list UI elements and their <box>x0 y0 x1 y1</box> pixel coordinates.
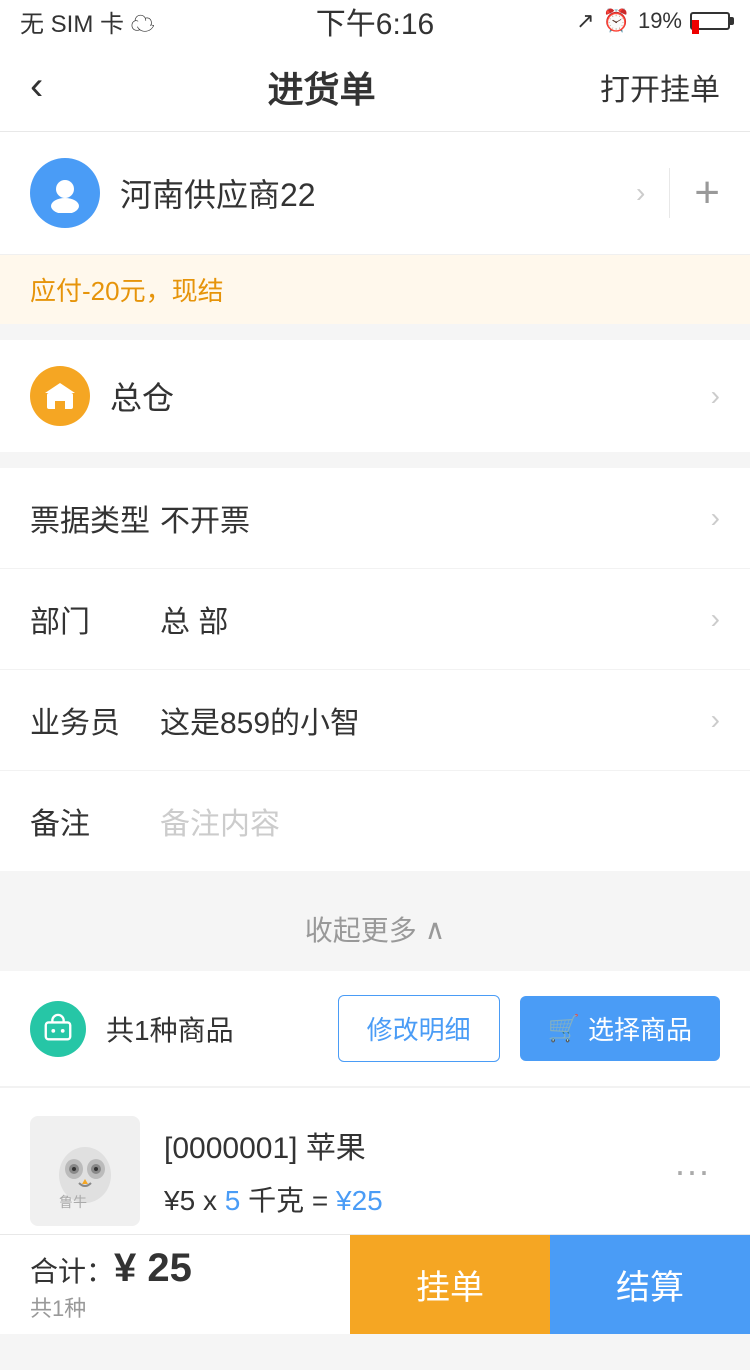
status-bar-left: 无 SIM 卡 ☁ <box>20 4 155 39</box>
total-amount: ¥ 25 <box>114 1246 192 1291</box>
salesperson-chevron-icon: › <box>711 704 720 736</box>
supplier-chevron-icon: › <box>636 177 645 209</box>
remark-input[interactable]: 备注内容 <box>160 799 720 843</box>
svg-text:鲁牛: 鲁牛 <box>59 1194 87 1210</box>
invoice-type-row[interactable]: 票据类型 不开票 › <box>0 468 750 569</box>
product-unit: 千克 <box>248 1185 304 1216</box>
salesperson-label: 业务员 <box>30 698 160 742</box>
invoice-type-label: 票据类型 <box>30 496 160 540</box>
collapse-more-row[interactable]: 收起更多 ∧ <box>0 887 750 971</box>
warehouse-chevron-icon: › <box>711 380 720 412</box>
nav-bar: ‹ 进货单 打开挂单 <box>0 42 750 132</box>
department-label: 部门 <box>30 597 160 641</box>
total-label: 合计： <box>30 1250 114 1290</box>
product-thumbnail: 鲁牛 <box>30 1116 140 1226</box>
total-count: 共1种 <box>30 1291 320 1323</box>
collapse-more-icon: ∧ <box>425 913 446 946</box>
warehouse-row[interactable]: 总仓 › <box>0 340 750 452</box>
warehouse-name: 总仓 <box>110 373 711 419</box>
select-product-button[interactable]: 🛒 选择商品 <box>520 996 720 1061</box>
product-id: [0000001] <box>164 1132 297 1165</box>
total-section: 合计： ¥ 25 共1种 <box>0 1235 350 1334</box>
collapse-more-label: 收起更多 <box>305 909 417 949</box>
remark-row[interactable]: 备注 备注内容 <box>0 771 750 871</box>
select-product-label: 选择商品 <box>588 1010 692 1047</box>
add-supplier-button[interactable]: + <box>694 171 720 215</box>
product-card: 共1种商品 修改明细 🛒 选择商品 <box>0 971 750 1254</box>
product-item: 鲁牛 [0000001] 苹果 ¥5 x 5 千克 = ¥25 <box>0 1087 750 1254</box>
department-chevron-icon: › <box>711 603 720 635</box>
status-bar: 无 SIM 卡 ☁ 下午6:16 ↗ ⏰ 19% <box>0 0 750 42</box>
open-suspend-button[interactable]: 打开挂单 <box>600 65 720 109</box>
product-multiply: x <box>203 1185 225 1216</box>
main-content: 河南供应商22 › + 应付-20元，现结 总仓 › 票据类型 不开票 › 部门… <box>0 132 750 1370</box>
invoice-type-value: 不开票 <box>160 496 711 540</box>
product-name: [0000001] 苹果 <box>164 1123 664 1167</box>
status-bar-right: ↗ ⏰ 19% <box>576 8 730 34</box>
product-title-text: 苹果 <box>306 1132 366 1165</box>
status-bar-time: 下午6:16 <box>316 0 434 43</box>
form-section: 票据类型 不开票 › 部门 总 部 › 业务员 这是859的小智 › 备注 备注… <box>0 468 750 871</box>
debt-notice: 应付-20元，现结 <box>0 255 750 324</box>
department-value: 总 部 <box>160 597 711 641</box>
battery-icon <box>690 12 730 30</box>
product-total: ¥25 <box>336 1185 383 1216</box>
invoice-type-chevron-icon: › <box>711 502 720 534</box>
supplier-card: 河南供应商22 › + 应付-20元，现结 <box>0 132 750 324</box>
product-count-icon <box>30 1001 86 1057</box>
divider <box>669 168 670 218</box>
supplier-name: 河南供应商22 <box>120 170 636 216</box>
product-info: [0000001] 苹果 ¥5 x 5 千克 = ¥25 <box>164 1123 664 1219</box>
page-title: 进货单 <box>268 61 376 113</box>
suspend-button[interactable]: 挂单 <box>350 1235 550 1334</box>
supplier-row[interactable]: 河南供应商22 › + <box>0 132 750 255</box>
cart-icon: 🛒 <box>548 1013 580 1044</box>
alarm-icon: ⏰ <box>603 8 630 34</box>
product-quantity: 5 <box>225 1185 241 1216</box>
product-header: 共1种商品 修改明细 🛒 选择商品 <box>0 971 750 1087</box>
product-unit-price: ¥5 <box>164 1185 195 1216</box>
department-row[interactable]: 部门 总 部 › <box>0 569 750 670</box>
back-button[interactable]: ‹ <box>30 64 43 109</box>
product-more-button[interactable]: ··· <box>664 1140 720 1202</box>
battery-text: 19% <box>638 8 682 34</box>
product-equals: = <box>312 1185 336 1216</box>
edit-detail-button[interactable]: 修改明细 <box>338 995 500 1062</box>
product-count-text: 共1种商品 <box>106 1009 318 1049</box>
warehouse-icon <box>30 366 90 426</box>
salesperson-value: 这是859的小智 <box>160 698 711 742</box>
product-price: ¥5 x 5 千克 = ¥25 <box>164 1179 664 1219</box>
supplier-avatar <box>30 158 100 228</box>
salesperson-row[interactable]: 业务员 这是859的小智 › <box>0 670 750 771</box>
location-icon: ↗ <box>576 8 594 34</box>
sim-status: 无 SIM 卡 ☁ <box>20 4 155 39</box>
remark-label: 备注 <box>30 799 160 843</box>
bottom-bar: 合计： ¥ 25 共1种 挂单 结算 <box>0 1234 750 1334</box>
checkout-button[interactable]: 结算 <box>550 1235 750 1334</box>
